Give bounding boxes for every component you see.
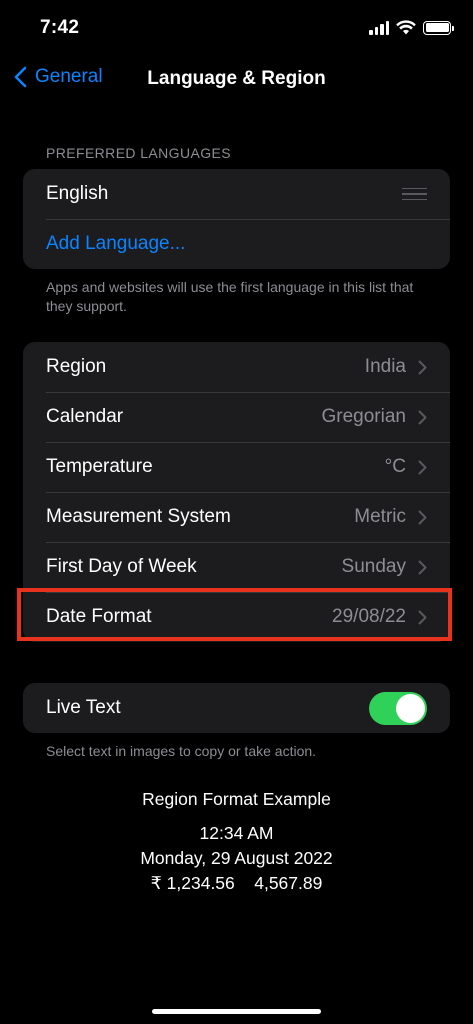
live-text-row: Live Text xyxy=(23,683,450,733)
live-text-toggle[interactable] xyxy=(369,691,427,725)
live-text-footnote: Select text in images to copy or take ac… xyxy=(46,743,317,759)
region-format-example-title: Region Format Example xyxy=(142,789,331,809)
chevron-right-icon xyxy=(418,460,427,475)
navigation-bar: General Language & Region xyxy=(0,56,473,106)
preferred-languages-group: English Add Language... xyxy=(23,169,450,269)
region-example-numbers: ₹ 1,234.56 4,567.89 xyxy=(150,873,323,893)
region-example-date: Monday, 29 August 2022 xyxy=(140,848,333,868)
temperature-value: °C xyxy=(384,456,406,477)
chevron-right-icon xyxy=(418,510,427,525)
status-time: 7:42 xyxy=(40,17,80,38)
chevron-right-icon xyxy=(418,360,427,375)
live-text-label: Live Text xyxy=(46,697,121,718)
calendar-row[interactable]: Calendar Gregorian xyxy=(23,392,450,442)
add-language-label: Add Language... xyxy=(46,233,186,254)
calendar-label: Calendar xyxy=(46,406,124,427)
first-day-of-week-value: Sunday xyxy=(341,556,406,577)
date-format-label: Date Format xyxy=(46,606,152,627)
region-row[interactable]: Region India xyxy=(23,342,450,392)
battery-icon xyxy=(423,20,454,35)
wifi-icon xyxy=(396,20,416,35)
temperature-label: Temperature xyxy=(46,456,153,477)
status-icons xyxy=(369,20,454,35)
measurement-system-label: Measurement System xyxy=(46,506,231,527)
temperature-row[interactable]: Temperature °C xyxy=(23,442,450,492)
chevron-right-icon xyxy=(418,410,427,425)
region-example-time: 12:34 AM xyxy=(199,823,274,843)
measurement-system-row[interactable]: Measurement System Metric xyxy=(23,492,450,542)
languages-footnote: Apps and websites will use the first lan… xyxy=(46,279,414,314)
preferred-languages-header: PREFERRED LANGUAGES xyxy=(46,145,231,161)
first-day-of-week-label: First Day of Week xyxy=(46,556,197,577)
cellular-signal-icon xyxy=(369,20,389,35)
measurement-system-value: Metric xyxy=(354,506,406,527)
language-row-english[interactable]: English xyxy=(23,169,450,219)
region-value: India xyxy=(364,356,406,377)
language-label: English xyxy=(46,183,109,204)
calendar-value: Gregorian xyxy=(321,406,407,427)
add-language-button[interactable]: Add Language... xyxy=(23,219,450,269)
region-settings-group: Region India Calendar Gregorian Temperat… xyxy=(23,342,450,642)
chevron-right-icon xyxy=(418,560,427,575)
date-format-row[interactable]: Date Format 29/08/22 xyxy=(23,592,450,642)
status-bar: 7:42 xyxy=(0,0,473,56)
page-title: Language & Region xyxy=(147,68,326,89)
reorder-handle-icon[interactable] xyxy=(402,187,427,201)
date-format-value: 29/08/22 xyxy=(332,606,406,627)
first-day-of-week-row[interactable]: First Day of Week Sunday xyxy=(23,542,450,592)
chevron-right-icon xyxy=(418,610,427,625)
region-label: Region xyxy=(46,356,107,377)
home-indicator[interactable] xyxy=(152,1009,321,1014)
live-text-group: Live Text xyxy=(23,683,450,733)
toggle-knob xyxy=(396,693,425,723)
